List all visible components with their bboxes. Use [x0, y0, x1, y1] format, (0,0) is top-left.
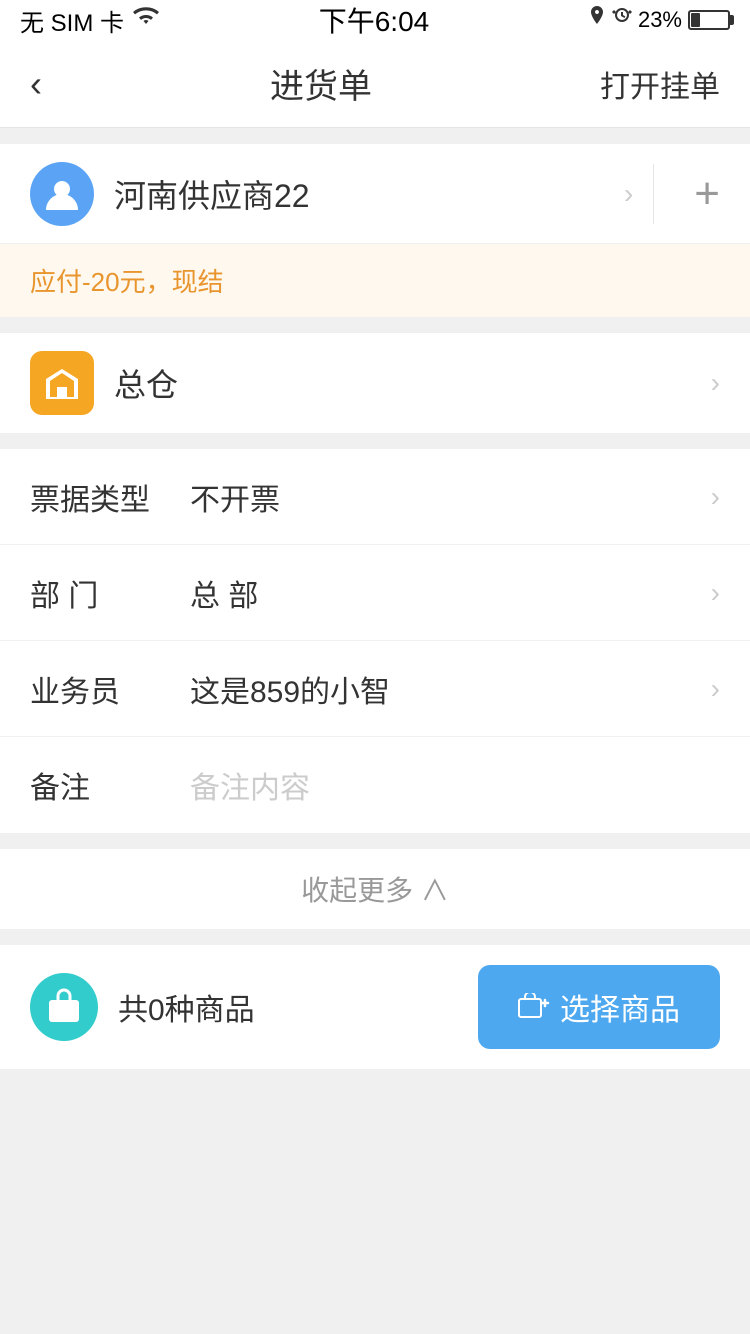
status-bar: 无 SIM 卡 下午6:04 23% [0, 0, 750, 40]
form-section: 票据类型 不开票 › 部 门 总 部 › 业务员 这是859的小智 › 备注 备… [0, 449, 750, 833]
remark-label: 备注 [30, 763, 170, 807]
invoice-chevron-icon: › [711, 481, 720, 513]
divider-top [0, 128, 750, 144]
department-value: 总 部 [170, 571, 711, 615]
select-goods-label: 选择商品 [560, 985, 680, 1029]
warehouse-chevron-icon: › [711, 367, 720, 399]
goods-count: 共0种商品 [118, 985, 478, 1029]
notice-bar: 应付-20元，现结 [0, 244, 750, 317]
collapse-label: 收起更多 ∧ [301, 869, 449, 909]
invoice-label: 票据类型 [30, 475, 170, 519]
supplier-row[interactable]: 河南供应商22 › + [0, 144, 750, 244]
supplier-chevron-icon: › [624, 178, 633, 210]
add-button[interactable]: + [694, 169, 720, 219]
supplier-divider [653, 164, 654, 224]
supplier-avatar [30, 162, 94, 226]
department-label: 部 门 [30, 571, 170, 615]
back-button[interactable]: ‹ [30, 63, 42, 105]
status-left: 无 SIM 卡 [20, 3, 160, 38]
notice-text: 应付-20元，现结 [30, 267, 224, 297]
supplier-name: 河南供应商22 [114, 171, 624, 217]
collapse-button[interactable]: 收起更多 ∧ [0, 849, 750, 929]
form-row-salesperson[interactable]: 业务员 这是859的小智 › [0, 641, 750, 737]
invoice-value: 不开票 [170, 475, 711, 519]
salesperson-value: 这是859的小智 [170, 667, 711, 711]
goods-icon [30, 973, 98, 1041]
goods-bar: 共0种商品 选择商品 [0, 945, 750, 1069]
warehouse-icon [30, 351, 94, 415]
warehouse-name: 总仓 [114, 360, 711, 406]
location-icon [588, 6, 606, 34]
battery-icon [688, 10, 730, 30]
department-chevron-icon: › [711, 577, 720, 609]
sim-label: 无 SIM 卡 [20, 3, 124, 38]
form-row-department[interactable]: 部 门 总 部 › [0, 545, 750, 641]
wifi-icon [132, 6, 160, 35]
status-right: 23% [588, 6, 730, 34]
battery-text: 23% [638, 7, 682, 33]
open-pending-button[interactable]: 打开挂单 [600, 62, 720, 106]
page-title: 进货单 [270, 59, 372, 108]
warehouse-row[interactable]: 总仓 › [0, 333, 750, 433]
salesperson-chevron-icon: › [711, 673, 720, 705]
select-goods-button[interactable]: 选择商品 [478, 965, 720, 1049]
remark-placeholder: 备注内容 [170, 763, 720, 807]
form-row-invoice[interactable]: 票据类型 不开票 › [0, 449, 750, 545]
form-row-remark[interactable]: 备注 备注内容 [0, 737, 750, 833]
status-time: 下午6:04 [319, 0, 430, 40]
alarm-icon [612, 6, 632, 34]
salesperson-label: 业务员 [30, 667, 170, 711]
nav-bar: ‹ 进货单 打开挂单 [0, 40, 750, 128]
